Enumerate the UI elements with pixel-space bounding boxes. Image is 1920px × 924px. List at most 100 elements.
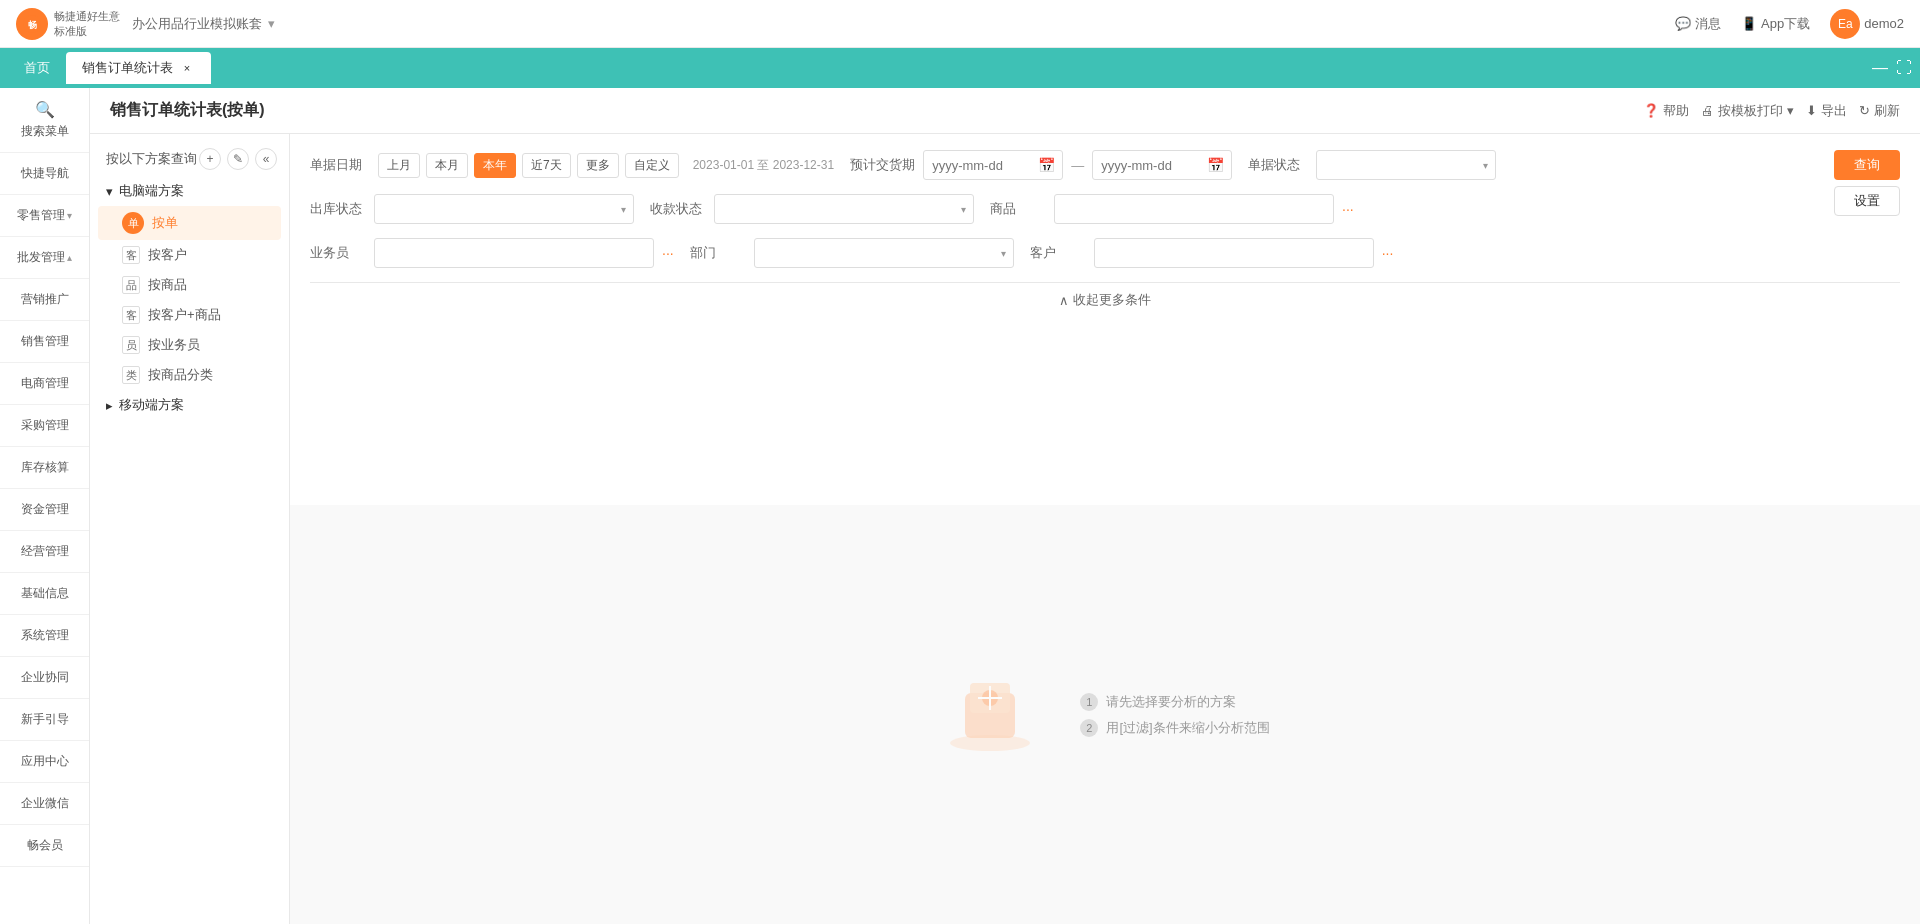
template-print-button[interactable]: 🖨 按模板打印 ▾	[1701, 102, 1794, 120]
scheme-item-by-product[interactable]: 品 按商品	[98, 270, 281, 300]
page-header: 销售订单统计表(按单) ❓ 帮助 🖨 按模板打印 ▾ ⬇ 导出 ↻ 刷新	[90, 88, 1920, 134]
scheme-item-by-customer-product[interactable]: 客 按客户+商品	[98, 300, 281, 330]
user-menu[interactable]: Ea demo2	[1830, 9, 1904, 39]
date-btn-thisyear[interactable]: 本年	[474, 153, 516, 178]
filter-department: 部门 ▾	[690, 238, 1014, 268]
message-button[interactable]: 💬 消息	[1675, 15, 1721, 33]
sidebar-item-purchase[interactable]: 采购管理	[0, 405, 89, 447]
sidebar-item-retail[interactable]: 零售管理 ▾	[0, 195, 89, 237]
sidebar-item-shortcut[interactable]: 快捷导航	[0, 153, 89, 195]
customer-more-icon[interactable]: ···	[1382, 245, 1394, 261]
scheme-item-by-salesperson[interactable]: 员 按业务员	[98, 330, 281, 360]
sidebar-item-basic[interactable]: 基础信息	[0, 573, 89, 615]
delivery-date-to-wrap: 📅	[1092, 150, 1232, 180]
scheme-item-by-customer[interactable]: 客 按客户	[98, 240, 281, 270]
department-select[interactable]	[754, 238, 1014, 268]
print-chevron-icon: ▾	[1787, 103, 1794, 118]
payment-select[interactable]	[714, 194, 974, 224]
sidebar-item-apps[interactable]: 应用中心	[0, 741, 89, 783]
sidebar-item-wholesale[interactable]: 批发管理 ▴	[0, 237, 89, 279]
sidebar-item-inventory[interactable]: 库存核算	[0, 447, 89, 489]
delivery-date-from-wrap: 📅	[923, 150, 1063, 180]
product-more-icon[interactable]: ···	[1342, 201, 1354, 217]
sidebar-item-sales[interactable]: 销售管理	[0, 321, 89, 363]
empty-tips: 1 请先选择要分析的方案 2 用[过滤]条件来缩小分析范围	[1080, 693, 1269, 737]
add-scheme-button[interactable]: +	[199, 148, 221, 170]
sidebar-item-ecommerce[interactable]: 电商管理	[0, 363, 89, 405]
top-bar-left: 畅 畅捷通好生意 标准版 办公用品行业模拟账套 ▾	[16, 8, 275, 40]
scheme-item-by-order[interactable]: 单 按单	[98, 206, 281, 240]
help-button[interactable]: ❓ 帮助	[1643, 102, 1689, 120]
expected-delivery-label: 预计交货期	[850, 156, 915, 174]
logo-text: 畅捷通好生意 标准版	[54, 9, 120, 38]
calendar-from-icon: 📅	[1038, 157, 1055, 173]
payment-label: 收款状态	[650, 200, 706, 218]
tab-sales-order[interactable]: 销售订单统计表 ×	[66, 52, 211, 84]
date-btn-custom[interactable]: 自定义	[625, 153, 679, 178]
export-icon: ⬇	[1806, 103, 1817, 118]
scheme-item-by-category[interactable]: 类 按商品分类	[98, 360, 281, 390]
tab-maximize-icon[interactable]: ⛶	[1896, 59, 1912, 77]
sidebar-item-member[interactable]: 畅会员	[0, 825, 89, 867]
salesperson-label: 业务员	[310, 244, 366, 262]
date-btn-more[interactable]: 更多	[577, 153, 619, 178]
tab-close-icon[interactable]: ×	[179, 60, 195, 76]
collapse-panel-button[interactable]: «	[255, 148, 277, 170]
filter-salesperson: 业务员 ···	[310, 238, 674, 268]
empty-state: 1 请先选择要分析的方案 2 用[过滤]条件来缩小分析范围	[290, 505, 1920, 924]
tab-minimize-icon[interactable]: —	[1872, 59, 1888, 77]
filter-payment: 收款状态 ▾	[650, 194, 974, 224]
doc-status-label: 单据状态	[1248, 156, 1308, 174]
settings-button[interactable]: 设置	[1834, 186, 1900, 216]
logo-area: 畅 畅捷通好生意 标准版	[16, 8, 120, 40]
svg-text:畅: 畅	[28, 20, 37, 30]
tree-collapse-icon: ▸	[106, 398, 113, 413]
date-range-display: 2023-01-01 至 2023-12-31	[693, 157, 834, 174]
sidebar-item-marketing[interactable]: 营销推广	[0, 279, 89, 321]
export-button[interactable]: ⬇ 导出	[1806, 102, 1847, 120]
page-title: 销售订单统计表(按单)	[110, 100, 265, 121]
date-btn-last7days[interactable]: 近7天	[522, 153, 571, 178]
tab-bar-right: — ⛶	[1872, 59, 1912, 77]
tree-expand-icon: ▾	[106, 184, 113, 199]
page-actions: ❓ 帮助 🖨 按模板打印 ▾ ⬇ 导出 ↻ 刷新	[1643, 102, 1900, 120]
doc-status-select-wrap: ▾	[1316, 150, 1496, 180]
collapse-more-conditions[interactable]: ∧ 收起更多条件	[310, 282, 1900, 317]
help-icon: ❓	[1643, 103, 1659, 118]
product-input[interactable]	[1054, 194, 1334, 224]
sidebar-item-enterprise[interactable]: 企业协同	[0, 657, 89, 699]
salesperson-more-icon[interactable]: ···	[662, 245, 674, 261]
customer-label: 客户	[1030, 244, 1086, 262]
product-label: 商品	[990, 200, 1046, 218]
empty-tip-2: 2 用[过滤]条件来缩小分析范围	[1080, 719, 1269, 737]
shipment-select-wrap: ▾	[374, 194, 634, 224]
search-icon: 🔍	[35, 100, 55, 119]
tree-mobile-section[interactable]: ▸ 移动端方案	[98, 390, 281, 420]
sub-layout: 按以下方案查询 + ✎ « ▾ 电脑端方案 单 按单	[90, 134, 1920, 924]
product-scheme-icon: 品	[122, 276, 140, 294]
tip-num-2: 2	[1080, 719, 1098, 737]
sidebar-item-operations[interactable]: 经营管理	[0, 531, 89, 573]
tree-pc-section[interactable]: ▾ 电脑端方案	[98, 176, 281, 206]
doc-status-select[interactable]	[1316, 150, 1496, 180]
edit-scheme-button[interactable]: ✎	[227, 148, 249, 170]
sidebar-item-finance[interactable]: 资金管理	[0, 489, 89, 531]
refresh-button[interactable]: ↻ 刷新	[1859, 102, 1900, 120]
right-btn-group: 查询 设置	[1822, 150, 1900, 282]
tab-home[interactable]: 首页	[8, 52, 66, 84]
sidebar-item-search[interactable]: 🔍 搜索菜单	[0, 88, 89, 153]
salesperson-input[interactable]	[374, 238, 654, 268]
sidebar-item-system[interactable]: 系统管理	[0, 615, 89, 657]
customer-input[interactable]	[1094, 238, 1374, 268]
app-download-button[interactable]: 📱 App下载	[1741, 15, 1810, 33]
content-area: 销售订单统计表(按单) ❓ 帮助 🖨 按模板打印 ▾ ⬇ 导出 ↻ 刷新	[90, 88, 1920, 924]
shipment-select[interactable]	[374, 194, 634, 224]
calendar-to-icon: 📅	[1207, 157, 1224, 173]
sidebar-item-wechat[interactable]: 企业微信	[0, 783, 89, 825]
sidebar-item-newbie[interactable]: 新手引导	[0, 699, 89, 741]
date-btn-thismonth[interactable]: 本月	[426, 153, 468, 178]
left-panel: 按以下方案查询 + ✎ « ▾ 电脑端方案 单 按单	[90, 134, 290, 924]
active-indicator: 单	[122, 212, 144, 234]
date-btn-lastmonth[interactable]: 上月	[378, 153, 420, 178]
search-button[interactable]: 查询	[1834, 150, 1900, 180]
